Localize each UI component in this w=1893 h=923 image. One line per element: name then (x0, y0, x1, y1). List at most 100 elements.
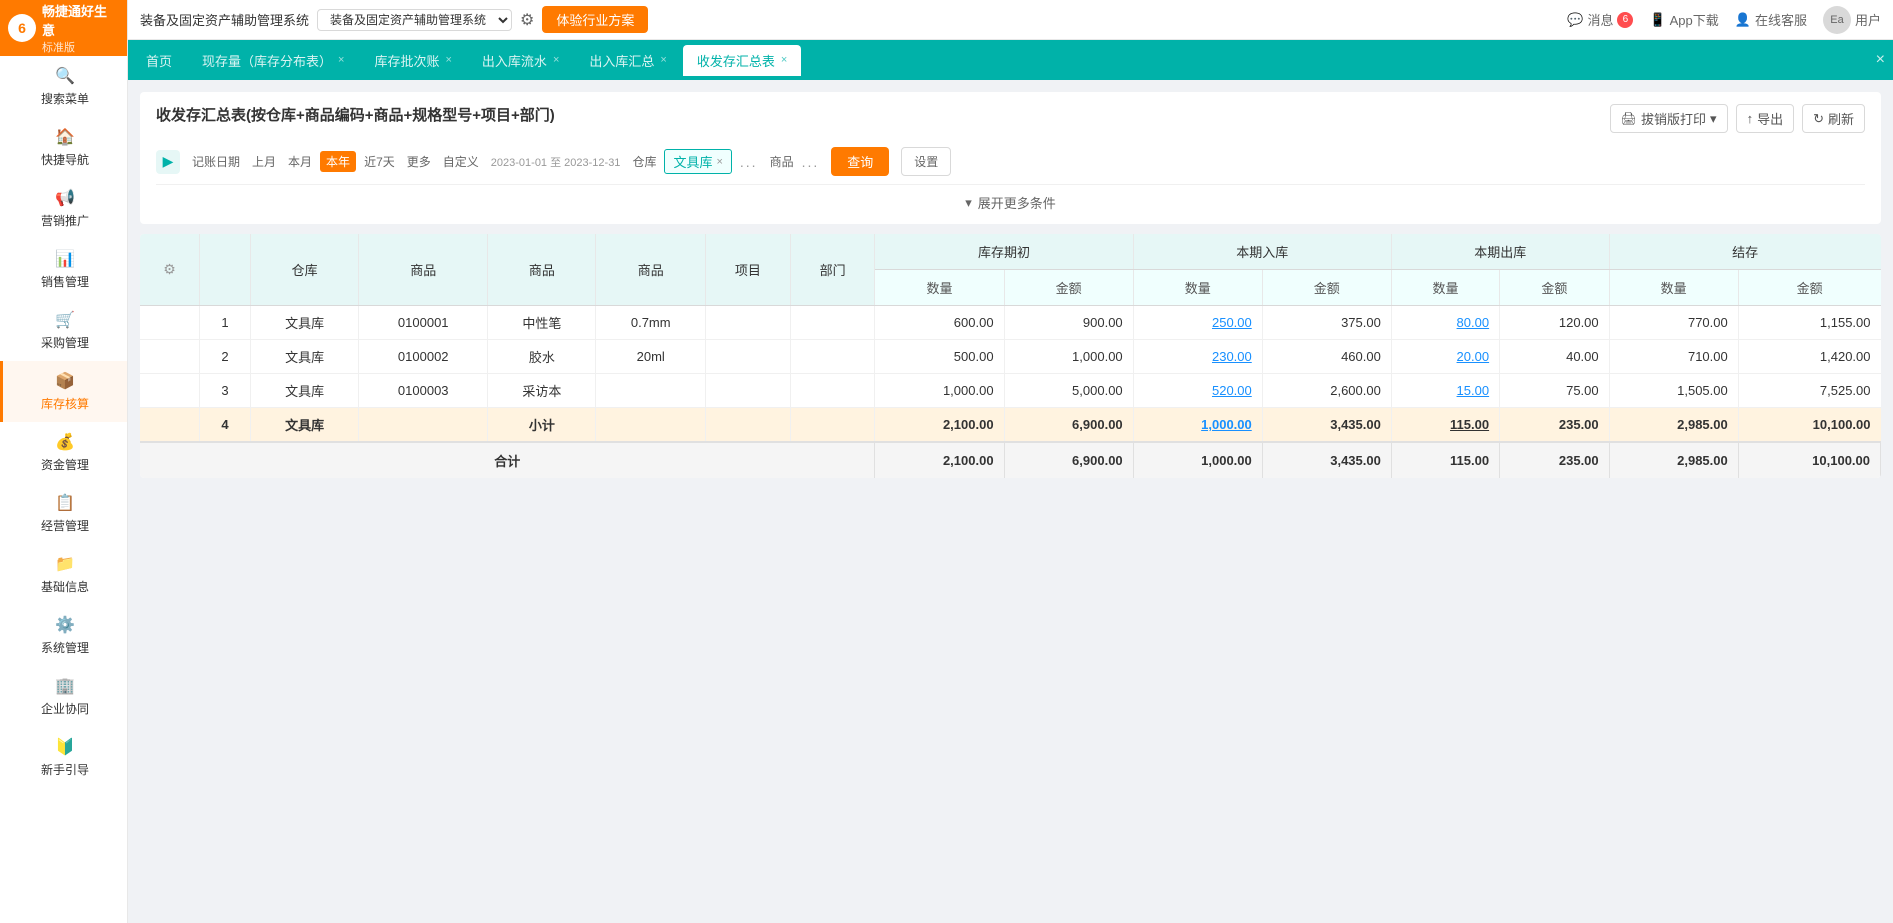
in-qty-link[interactable]: 250.00 (1133, 306, 1262, 340)
tab-batch[interactable]: 库存批次账 × (360, 45, 465, 76)
sidebar-item-basic[interactable]: 📁 基础信息 (0, 544, 127, 605)
th-closing: 结存 (1609, 234, 1880, 270)
tab-flow[interactable]: 出入库流水 × (468, 45, 573, 76)
sales-icon: 📊 (55, 249, 75, 269)
date-btn-this-month[interactable]: 本月 (284, 151, 316, 172)
warehouse-tag[interactable]: 文具库 × (664, 149, 731, 174)
out-qty-link[interactable]: 80.00 (1391, 306, 1499, 340)
expand-more-bar[interactable]: ▾ 展开更多条件 (156, 184, 1865, 212)
sidebar-title-block: 畅捷通好生意 标准版 (42, 1, 119, 55)
system-title: 装备及固定资产辅助管理系统 (140, 10, 309, 29)
th-settings[interactable]: ⚙ (140, 234, 200, 306)
date-btn-this-year[interactable]: 本年 (320, 151, 356, 172)
online-service-button[interactable]: 👤 在线客服 (1735, 10, 1807, 29)
warehouse-tag-remove[interactable]: × (716, 156, 722, 168)
th-goods-name: 商品 (488, 234, 596, 306)
refresh-label: 刷新 (1828, 109, 1854, 128)
th-warehouse: 仓库 (250, 234, 358, 306)
print-icon: 🖨 (1621, 111, 1638, 127)
sidebar-item-label: 营销推广 (41, 212, 89, 229)
sidebar-item-operations[interactable]: 📋 经营管理 (0, 483, 127, 544)
warehouse-filter-more[interactable]: ... (740, 154, 758, 170)
sidebar-item-marketing[interactable]: 📢 营销推广 (0, 178, 127, 239)
sidebar-item-finance[interactable]: 💰 资金管理 (0, 422, 127, 483)
tab-recv-send[interactable]: 收发存汇总表 × (683, 45, 801, 76)
date-btn-last-month[interactable]: 上月 (248, 151, 280, 172)
table-row: 3文具库0100003采访本1,000.005,000.00520.002,60… (140, 374, 1881, 408)
th-in-qty: 数量 (1133, 270, 1262, 306)
tab-summary-close[interactable]: × (660, 54, 666, 66)
out-qty-link[interactable]: 15.00 (1391, 374, 1499, 408)
print-button[interactable]: 🖨 拔销版打印 ▾ (1610, 104, 1728, 133)
app-download-label: App下载 (1670, 10, 1719, 29)
gear-icon[interactable]: ⚙ (520, 10, 534, 30)
out-qty-link[interactable]: 115.00 (1391, 408, 1499, 443)
footer-label: 合计 (140, 442, 875, 478)
enterprise-icon: 🏢 (55, 676, 75, 696)
message-button[interactable]: 💬 消息 6 (1567, 10, 1633, 29)
sidebar-item-label: 销售管理 (41, 273, 89, 290)
warehouse-label: 仓库 (632, 153, 656, 170)
search-icon: 🔍 (55, 66, 75, 86)
in-qty-link[interactable]: 520.00 (1133, 374, 1262, 408)
table-footer: 合计 2,100.00 6,900.00 1,000.00 3,435.00 1… (140, 442, 1881, 478)
query-button[interactable]: 查询 (831, 147, 889, 176)
date-btn-custom[interactable]: 自定义 (439, 151, 483, 172)
sidebar-item-system[interactable]: ⚙️ 系统管理 (0, 605, 127, 666)
date-shortcuts: 上月 本月 本年 近7天 更多 自定义 (248, 151, 483, 172)
sidebar-item-guide[interactable]: 🔰 新手引导 (0, 727, 127, 788)
tab-recv-send-close[interactable]: × (781, 54, 787, 66)
out-qty-link[interactable]: 20.00 (1391, 340, 1499, 374)
filter-settings-button[interactable]: 设置 (901, 147, 951, 176)
table-settings-icon[interactable]: ⚙ (163, 261, 176, 277)
footer-in-amt: 3,435.00 (1262, 442, 1391, 478)
export-button[interactable]: ↑ 导出 (1736, 104, 1795, 133)
th-out-qty: 数量 (1391, 270, 1499, 306)
system-icon: ⚙️ (55, 615, 75, 635)
export-icon: ↑ (1747, 111, 1754, 126)
footer-close-qty: 2,985.00 (1609, 442, 1738, 478)
th-out: 本期出库 (1391, 234, 1609, 270)
goods-filter-more[interactable]: ... (802, 154, 820, 170)
tab-stock-dist[interactable]: 现存量（库存分布表） × (188, 45, 358, 76)
sidebar-item-label: 基础信息 (41, 578, 89, 595)
operations-icon: 📋 (55, 493, 75, 513)
user-menu[interactable]: Ea 用户 (1823, 6, 1881, 34)
sidebar-item-sales[interactable]: 📊 销售管理 (0, 239, 127, 300)
in-qty-link[interactable]: 230.00 (1133, 340, 1262, 374)
sidebar-item-enterprise[interactable]: 🏢 企业协同 (0, 666, 127, 727)
guide-icon: 🔰 (55, 737, 75, 757)
tab-home-label: 首页 (146, 51, 172, 70)
sidebar-logo: 6 (8, 14, 36, 42)
refresh-button[interactable]: ↻ 刷新 (1802, 104, 1865, 133)
system-select[interactable]: 装备及固定资产辅助管理系统 (317, 9, 512, 31)
date-btn-7days[interactable]: 近7天 (360, 151, 399, 172)
sidebar-item-inventory[interactable]: 📦 库存核算 (0, 361, 127, 422)
sidebar-item-search[interactable]: 🔍 搜索菜单 (0, 56, 127, 117)
tab-flow-close[interactable]: × (553, 54, 559, 66)
download-icon: 📱 (1649, 12, 1665, 28)
tab-stock-dist-close[interactable]: × (338, 54, 344, 66)
footer-close-amt: 10,100.00 (1738, 442, 1880, 478)
date-btn-more[interactable]: 更多 (403, 151, 435, 172)
th-close-qty: 数量 (1609, 270, 1738, 306)
sidebar-item-purchase[interactable]: 🛒 采购管理 (0, 300, 127, 361)
purchase-icon: 🛒 (55, 310, 75, 330)
page-header: 收发存汇总表(按仓库+商品编码+商品+规格型号+项目+部门) 🖨 拔销版打印 ▾… (140, 92, 1881, 224)
sidebar-item-label: 搜索菜单 (41, 90, 89, 107)
th-open-amt: 金额 (1004, 270, 1133, 306)
sidebar-item-quicknav[interactable]: 🏠 快捷导航 (0, 117, 127, 178)
tab-summary[interactable]: 出入库汇总 × (575, 45, 680, 76)
filter-expand-button[interactable]: ▶ (156, 150, 180, 174)
sidebar-app-name: 畅捷通好生意 (42, 1, 119, 39)
tab-batch-close[interactable]: × (445, 54, 451, 66)
tab-home[interactable]: 首页 (132, 45, 186, 76)
online-service-label: 在线客服 (1755, 10, 1807, 29)
tab-recv-send-label: 收发存汇总表 (697, 51, 775, 70)
sidebar: 6 畅捷通好生意 标准版 🔍 搜索菜单 🏠 快捷导航 📢 营销推广 📊 销售管理… (0, 0, 128, 923)
in-qty-link[interactable]: 1,000.00 (1133, 408, 1262, 443)
th-in: 本期入库 (1133, 234, 1391, 270)
close-all-tabs-icon[interactable]: × (1872, 47, 1889, 73)
industry-plan-button[interactable]: 体验行业方案 (542, 6, 648, 33)
app-download-button[interactable]: 📱 App下载 (1649, 10, 1718, 29)
